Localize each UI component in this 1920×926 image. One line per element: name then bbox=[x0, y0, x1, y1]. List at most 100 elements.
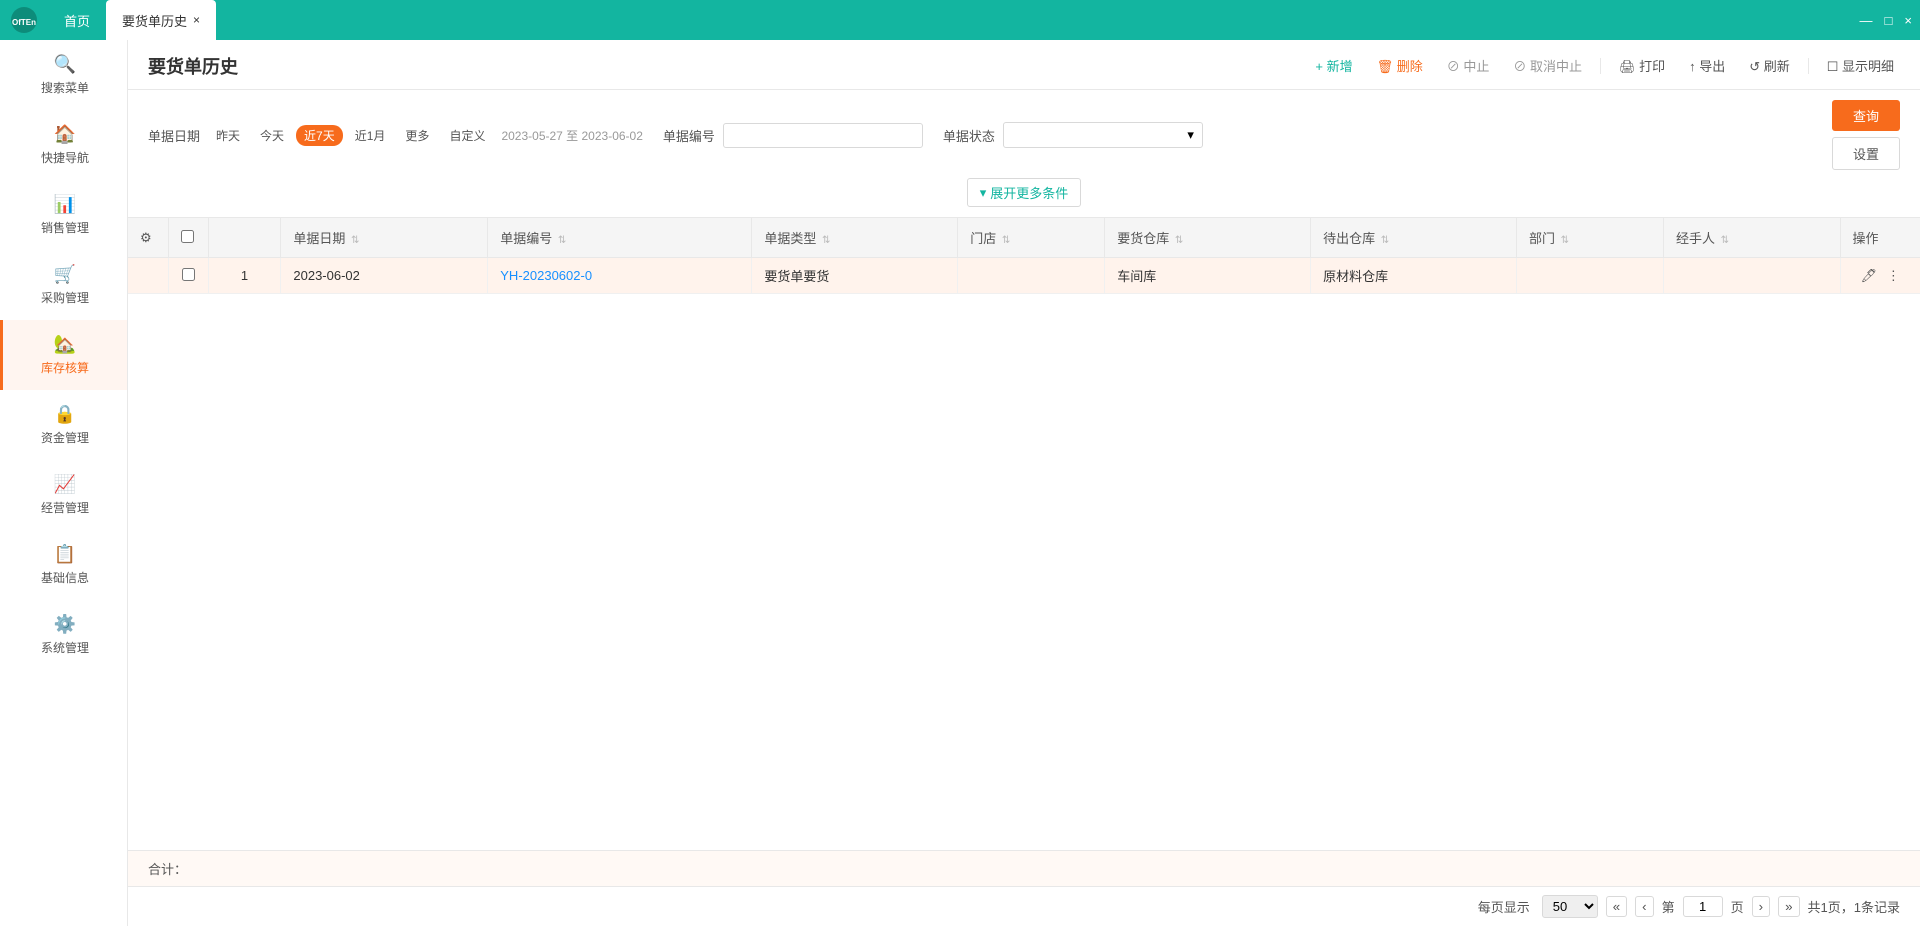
shortcut-icon: 🏠 bbox=[54, 124, 76, 145]
type-sort-icon: ⇅ bbox=[822, 235, 830, 246]
expand-more-section: ▾ 展开更多条件 bbox=[148, 178, 1900, 207]
sidebar-item-operations[interactable]: 📈 经营管理 bbox=[0, 460, 127, 530]
actions-column-header: 操作 bbox=[1840, 218, 1920, 258]
purchase-icon: 🛒 bbox=[54, 264, 76, 285]
query-button[interactable]: 查询 bbox=[1832, 100, 1900, 131]
close-btn[interactable]: × bbox=[1904, 13, 1912, 28]
row-type-0: 要货单要货 bbox=[752, 258, 958, 294]
total-label: 合计： bbox=[148, 859, 187, 878]
sidebar-item-label-operations: 经营管理 bbox=[41, 499, 89, 516]
dept-column-header[interactable]: 部门 ⇅ bbox=[1516, 218, 1663, 258]
store-column-header[interactable]: 门店 ⇅ bbox=[958, 218, 1105, 258]
close-tab-icon[interactable]: × bbox=[193, 13, 200, 27]
refresh-button[interactable]: ↺ 刷新 bbox=[1743, 52, 1796, 79]
pending-warehouse-column-header[interactable]: 待出仓库 ⇅ bbox=[1311, 218, 1517, 258]
first-page-button[interactable]: « bbox=[1606, 896, 1627, 917]
row-pending-wh-0: 原材料仓库 bbox=[1311, 258, 1517, 294]
display-detail-button[interactable]: ☐ 显示明细 bbox=[1821, 52, 1900, 79]
row-more-icon-0[interactable]: ⋮ bbox=[1887, 268, 1900, 283]
window-controls: — □ × bbox=[1860, 13, 1912, 28]
new-button[interactable]: + 新增 bbox=[1309, 52, 1358, 79]
table-row: 1 2023-06-02 YH-20230602-0 要货单要货 车间库 原材料… bbox=[128, 258, 1920, 294]
order-no-sort-icon: ⇅ bbox=[558, 235, 566, 246]
sidebar-item-label-purchase: 采购管理 bbox=[41, 289, 89, 306]
sidebar-item-finance[interactable]: 🔒 资金管理 bbox=[0, 390, 127, 460]
last-page-button[interactable]: » bbox=[1778, 896, 1799, 917]
layout: 🔍 搜索菜单 🏠 快捷导航 📊 销售管理 🛒 采购管理 🏡 库存核算 🔒 资金管… bbox=[0, 40, 1920, 926]
order-no-input[interactable] bbox=[723, 123, 923, 148]
date-range: 2023-05-27 至 2023-06-02 bbox=[501, 127, 642, 144]
active-tab[interactable]: 要货单历史 × bbox=[106, 0, 216, 40]
row-checkbox-0[interactable] bbox=[168, 258, 208, 294]
sidebar-item-system[interactable]: ⚙️ 系统管理 bbox=[0, 600, 127, 670]
handler-column-header[interactable]: 经手人 ⇅ bbox=[1663, 218, 1840, 258]
sidebar-item-label-basic: 基础信息 bbox=[41, 569, 89, 586]
type-column-header[interactable]: 单据类型 ⇅ bbox=[752, 218, 958, 258]
export-button[interactable]: ↑ 导出 bbox=[1683, 52, 1731, 79]
store-sort-icon: ⇅ bbox=[1002, 235, 1010, 246]
row-order-no-0[interactable]: YH-20230602-0 bbox=[488, 258, 752, 294]
row-req-wh-0: 车间库 bbox=[1105, 258, 1311, 294]
date-sort-icon: ⇅ bbox=[351, 235, 359, 246]
settings-button[interactable]: 设置 bbox=[1832, 137, 1900, 170]
req-wh-sort-icon: ⇅ bbox=[1175, 235, 1183, 246]
sidebar-item-label-inventory: 库存核算 bbox=[41, 359, 89, 376]
date-btn-0[interactable]: 昨天 bbox=[208, 125, 248, 146]
stop-button[interactable]: ⊘ 中止 bbox=[1441, 52, 1496, 79]
req-warehouse-column-header[interactable]: 要货仓库 ⇅ bbox=[1105, 218, 1311, 258]
date-column-header[interactable]: 单据日期 ⇅ bbox=[281, 218, 488, 258]
num-column-header bbox=[208, 218, 281, 258]
date-btn-3[interactable]: 近1月 bbox=[347, 125, 394, 146]
home-tab[interactable]: 首页 bbox=[48, 0, 106, 40]
settings-column-header[interactable]: ⚙ bbox=[128, 218, 168, 258]
sidebar-item-purchase[interactable]: 🛒 采购管理 bbox=[0, 250, 127, 320]
toolbar-divider-1 bbox=[1600, 58, 1601, 74]
sidebar-item-shortcut[interactable]: 🏠 快捷导航 bbox=[0, 110, 127, 180]
expand-conditions-button[interactable]: ▾ 展开更多条件 bbox=[967, 178, 1082, 207]
cancel-stop-button[interactable]: ⊘ 取消中止 bbox=[1507, 52, 1588, 79]
top-bar: OfTEn 首页 要货单历史 × — □ × bbox=[0, 0, 1920, 40]
page-header: 要货单历史 + 新增 🗑 删除 ⊘ 中止 ⊘ 取消中止 🖨 打印 ↑ 导出 ↺ … bbox=[128, 40, 1920, 90]
table-area: ⚙ 单据日期 ⇅ 单据编号 ⇅ bbox=[128, 218, 1920, 850]
total-info: 共1页，1条记录 bbox=[1808, 897, 1900, 916]
page-number-input[interactable] bbox=[1683, 896, 1723, 917]
sidebar-item-search[interactable]: 🔍 搜索菜单 bbox=[0, 40, 127, 110]
date-filter-label: 单据日期 bbox=[148, 126, 200, 145]
print-button[interactable]: 🖨 打印 bbox=[1613, 52, 1671, 79]
date-btn-2[interactable]: 近7天 bbox=[296, 125, 343, 146]
select-all-checkbox[interactable] bbox=[181, 230, 194, 243]
sidebar-item-sales[interactable]: 📊 销售管理 bbox=[0, 180, 127, 250]
status-select[interactable]: ▾ bbox=[1003, 122, 1203, 148]
row-handler-0 bbox=[1663, 258, 1840, 294]
date-filter-group: 单据日期 昨天今天近7天近1月更多自定义 2023-05-27 至 2023-0… bbox=[148, 125, 643, 146]
row-check-0[interactable] bbox=[182, 268, 195, 281]
table-footer: 合计： bbox=[128, 850, 1920, 886]
row-settings-0 bbox=[128, 258, 168, 294]
date-btn-1[interactable]: 今天 bbox=[252, 125, 292, 146]
sidebar-item-inventory[interactable]: 🏡 库存核算 bbox=[0, 320, 127, 390]
operations-icon: 📈 bbox=[54, 474, 76, 495]
status-filter-group: 单据状态 ▾ bbox=[943, 122, 1203, 148]
dept-sort-icon: ⇅ bbox=[1561, 235, 1569, 246]
toolbar: + 新增 🗑 删除 ⊘ 中止 ⊘ 取消中止 🖨 打印 ↑ 导出 ↺ 刷新 ☐ 显… bbox=[1309, 52, 1900, 79]
page-size-label: 每页显示 bbox=[1478, 897, 1530, 916]
date-btn-4[interactable]: 更多 bbox=[397, 125, 437, 146]
page-size-select[interactable]: 50 20 100 bbox=[1542, 895, 1598, 918]
order-no-column-header[interactable]: 单据编号 ⇅ bbox=[488, 218, 752, 258]
row-date-0: 2023-06-02 bbox=[281, 258, 488, 294]
maximize-btn[interactable]: □ bbox=[1885, 13, 1893, 28]
sidebar: 🔍 搜索菜单 🏠 快捷导航 📊 销售管理 🛒 采购管理 🏡 库存核算 🔒 资金管… bbox=[0, 40, 128, 926]
chevron-down-icon: ▾ bbox=[1187, 127, 1194, 143]
row-store-0 bbox=[958, 258, 1105, 294]
header-row: ⚙ 单据日期 ⇅ 单据编号 ⇅ bbox=[128, 218, 1920, 258]
minimize-btn[interactable]: — bbox=[1860, 13, 1873, 28]
row-actions-0: 🖊 ⋮ bbox=[1840, 258, 1920, 294]
date-btn-5[interactable]: 自定义 bbox=[441, 125, 493, 146]
row-edit-icon-0[interactable]: 🖊 bbox=[1861, 268, 1878, 283]
sidebar-item-label-shortcut: 快捷导航 bbox=[41, 149, 89, 166]
sidebar-item-basic[interactable]: 📋 基础信息 bbox=[0, 530, 127, 600]
svg-text:OfTEn: OfTEn bbox=[12, 18, 36, 27]
next-page-button[interactable]: › bbox=[1752, 896, 1770, 917]
delete-button[interactable]: 🗑 删除 bbox=[1371, 52, 1429, 79]
prev-page-button[interactable]: ‹ bbox=[1635, 896, 1653, 917]
